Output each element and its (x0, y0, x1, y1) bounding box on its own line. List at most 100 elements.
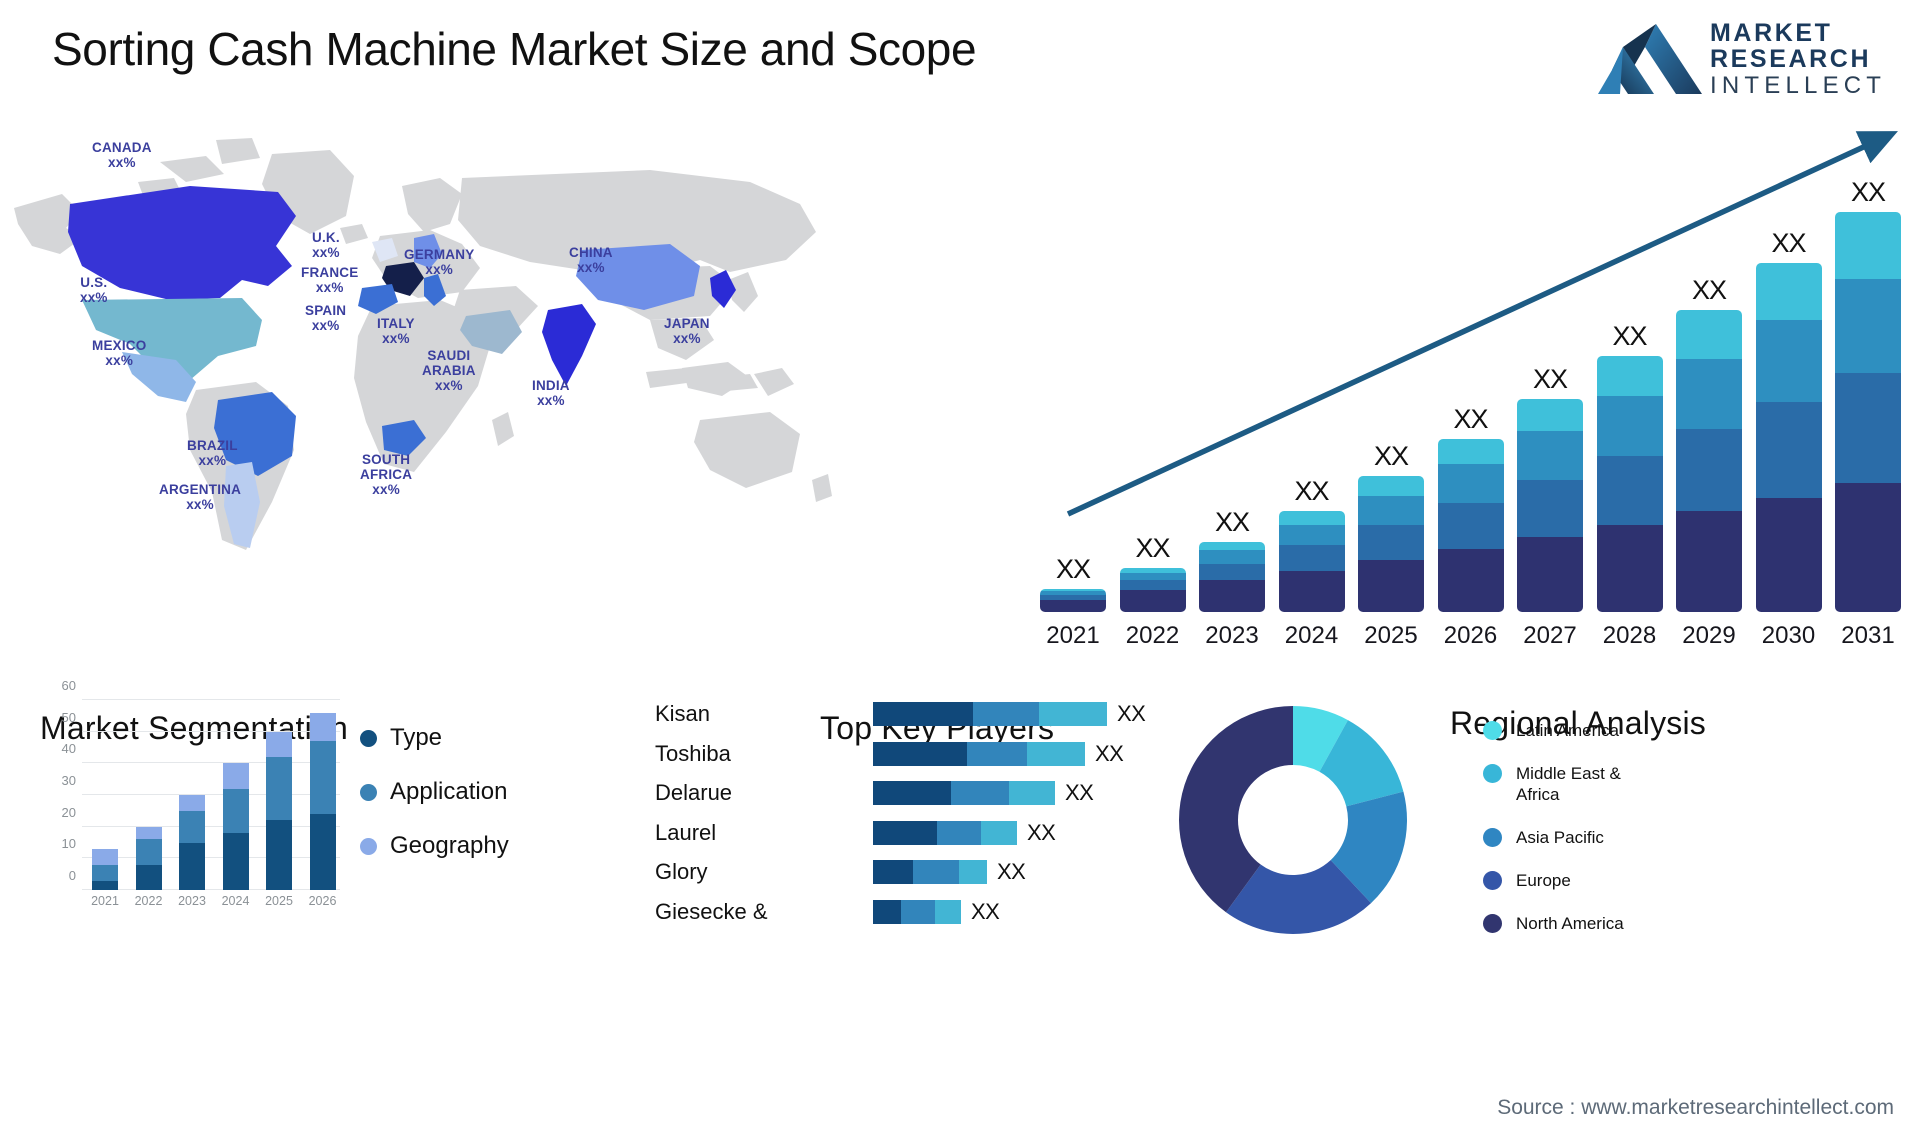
forecast-segment-segment-3 (1676, 358, 1742, 429)
forecast-value-label: XX (1691, 275, 1727, 306)
segmentation-segment-application (309, 741, 336, 814)
forecast-segment-segment-4 (1676, 310, 1742, 359)
forecast-segment-segment-1 (1278, 570, 1345, 612)
forecast-year-2024: 2024 (1284, 622, 1339, 649)
segmentation-legend-item: Type (360, 724, 509, 752)
forecast-year-2022: 2022 (1125, 622, 1180, 649)
segmentation-segment-geography (179, 795, 205, 811)
segmentation-ytick-10: 10 (61, 836, 76, 852)
forecast-bar-2025: XX (1358, 441, 1424, 612)
forecast-segment-segment-4 (1199, 541, 1265, 551)
key-player-segment-part-3 (959, 860, 987, 884)
forecast-value-label: XX (1373, 441, 1409, 472)
segmentation-segment-geography (92, 848, 118, 865)
key-player-segment-part-1 (873, 702, 973, 726)
forecast-segment-segment-2 (1596, 455, 1663, 525)
forecast-year-2026: 2026 (1443, 622, 1498, 649)
key-player-name: Toshiba (655, 740, 731, 766)
forecast-year-2027: 2027 (1523, 622, 1577, 649)
forecast-segment-segment-2 (1755, 402, 1822, 499)
key-player-bar (873, 781, 1055, 805)
forecast-segment-segment-4 (1278, 511, 1345, 525)
forecast-segment-segment-1 (1835, 483, 1901, 612)
segmentation-bar-stack (309, 712, 336, 890)
map-label-france: FRANCE xx% (301, 265, 359, 295)
segmentation-gridline (82, 889, 340, 890)
forecast-segment-segment-4 (1755, 262, 1822, 320)
map-label-south-africa: SOUTH AFRICA xx% (360, 452, 413, 497)
key-player-row: Delarue XX (655, 779, 1175, 806)
key-player-bar (873, 860, 987, 884)
regional-legend-item: Latin America (1483, 720, 1651, 741)
forecast-year-2025: 2025 (1364, 622, 1418, 649)
forecast-segment-segment-3 (1517, 431, 1583, 480)
key-player-segment-part-1 (873, 820, 937, 845)
forecast-value-label: XX (1135, 533, 1170, 564)
forecast-bar-stack (1437, 438, 1504, 612)
forecast-segment-segment-4 (1517, 398, 1583, 432)
segmentation-ytick-0: 0 (68, 868, 76, 883)
forecast-bar-2023: XX (1199, 507, 1265, 612)
legend-dot-icon (1483, 914, 1502, 933)
key-player-row: Laurel XX (655, 819, 1175, 846)
segmentation-segment-application (266, 757, 292, 821)
regional-legend-item: Europe (1483, 870, 1651, 891)
segmentation-ytick-30: 30 (61, 773, 76, 788)
key-player-segment-part-2 (937, 820, 981, 845)
map-label-india: INDIA xx% (532, 378, 570, 408)
forecast-segment-segment-1 (1199, 580, 1265, 612)
forecast-bar-stack (1835, 212, 1901, 612)
forecast-segment-segment-1 (1517, 536, 1583, 612)
forecast-bar-stack (1278, 511, 1345, 612)
legend-dot-icon (360, 729, 377, 747)
forecast-value-label: XX (1055, 553, 1091, 584)
segmentation-bar-stack (92, 848, 118, 890)
forecast-bar-stack (1040, 588, 1106, 612)
key-player-value-label: XX (1065, 780, 1094, 805)
forecast-value-label: XX (1532, 363, 1568, 394)
segmentation-ytick-20: 20 (61, 804, 76, 820)
segmentation-gridline (82, 730, 340, 732)
key-player-bar (873, 899, 961, 924)
segmentation-bar-2021 (92, 848, 118, 890)
forecast-segment-segment-1 (1437, 548, 1504, 612)
segmentation-xlabel-2025: 2025 (265, 894, 293, 908)
segmentation-xlabel-2023: 2023 (178, 894, 206, 908)
forecast-segment-segment-1 (1119, 590, 1186, 612)
forecast-segment-segment-3 (1755, 319, 1822, 403)
key-player-segment-part-1 (873, 899, 901, 924)
segmentation-segment-type (266, 820, 292, 890)
forecast-value-label: XX (1453, 403, 1488, 434)
segmentation-segment-geography (309, 712, 336, 742)
segmentation-segment-geography (222, 763, 249, 789)
segmentation-plot: 0 10 20 30 40 50 60 2021 2022 2023 2024 2025 2026 (62, 678, 342, 908)
forecast-bar-2030: XX (1755, 228, 1822, 612)
forecast-value-label: XX (1771, 227, 1806, 258)
key-player-value-label: XX (971, 898, 1000, 924)
segmentation-bar-2023 (179, 795, 205, 890)
world-map: CANADA xx% U.S. xx% MEXICO xx% BRAZIL xx% ARGENT… (10, 120, 840, 560)
key-player-row: Kisan XX (655, 700, 1175, 727)
regional-legend-item: North America (1483, 913, 1651, 934)
map-label-spain: SPAIN xx% (305, 303, 347, 333)
forecast-year-2031: 2031 (1841, 622, 1895, 649)
segmentation-ytick-40: 40 (61, 741, 76, 757)
segmentation-bar-2025 (266, 731, 292, 890)
forecast-segment-segment-3 (1437, 464, 1504, 503)
forecast-year-2023: 2023 (1205, 622, 1259, 649)
segmentation-bar-stack (179, 795, 205, 890)
logo-mountain-icon (1598, 24, 1702, 94)
forecast-segment-segment-1 (1755, 498, 1822, 612)
forecast-segment-segment-2 (1278, 545, 1345, 571)
segmentation-segment-type (309, 814, 336, 890)
forecast-segment-segment-2 (1676, 428, 1742, 512)
segmentation-bar-2026 (309, 712, 336, 890)
regional-chart: Latin America Middle East & Africa Asia Pa… (1175, 700, 1905, 950)
forecast-bar-2022: XX (1119, 533, 1186, 612)
forecast-segment-segment-2 (1517, 479, 1583, 537)
segmentation-gridline (82, 762, 340, 764)
segmentation-legend: Type Application Geography (360, 724, 509, 886)
segmentation-segment-type (135, 864, 162, 890)
segmentation-gridline (82, 857, 340, 859)
key-player-value-label: XX (997, 859, 1026, 884)
